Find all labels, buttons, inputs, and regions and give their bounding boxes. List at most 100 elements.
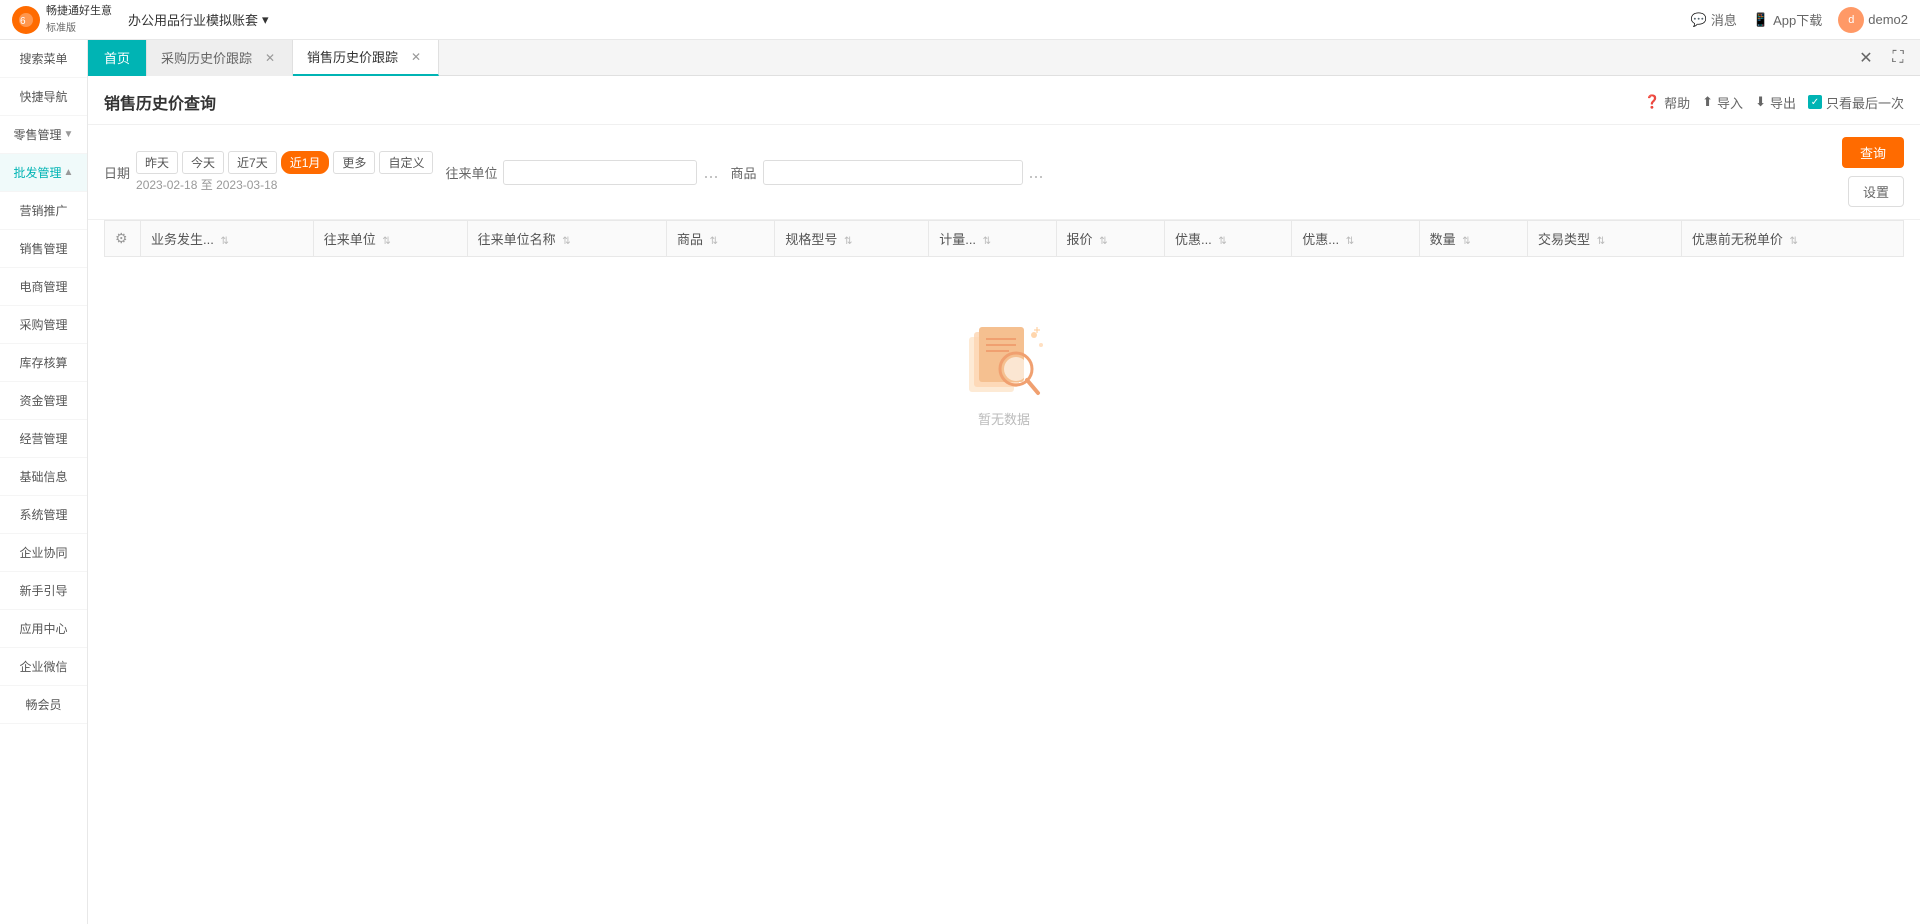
import-button[interactable]: ⬆ 导入 — [1702, 93, 1743, 112]
sidebar-item-system[interactable]: 系统管理 — [0, 496, 87, 534]
sidebar-item-apps[interactable]: 应用中心 — [0, 610, 87, 648]
col-biz-date[interactable]: 业务发生... ⇅ — [141, 221, 314, 257]
col-quote[interactable]: 报价 ⇅ — [1056, 221, 1164, 257]
logo-area: 6 畅捷通好生意 标准版 — [12, 5, 112, 33]
only-last-checkbox[interactable]: 只看最后一次 — [1808, 93, 1904, 112]
sidebar-item-retail[interactable]: 零售管理 ▼ — [0, 116, 87, 154]
message-icon: 💬 — [1691, 12, 1707, 28]
sales-history-tab-close[interactable]: ✕ — [408, 49, 424, 65]
goods-input[interactable] — [763, 160, 1023, 185]
sidebar-item-inventory[interactable]: 库存核算 — [0, 344, 87, 382]
date-btn-1month[interactable]: 近1月 — [281, 151, 330, 174]
sidebar-item-enterprise[interactable]: 企业协同 — [0, 534, 87, 572]
partner-dots[interactable]: ... — [703, 162, 718, 183]
content-area: 销售历史价查询 ❓ 帮助 ⬆ 导入 ⬇ 导出 — [88, 76, 1920, 924]
logo-icon: 6 — [12, 6, 40, 34]
tab-purchase-history[interactable]: 采购历史价跟踪 ✕ — [147, 40, 293, 76]
query-button[interactable]: 查询 — [1842, 137, 1904, 168]
col-goods[interactable]: 商品 ⇅ — [666, 221, 774, 257]
tab-bar-right: ✕ ⛶ — [1852, 44, 1920, 72]
col-partner-name[interactable]: 往来单位名称 ⇅ — [467, 221, 666, 257]
help-icon: ❓ — [1644, 94, 1660, 110]
sidebar-item-operations[interactable]: 经营管理 — [0, 420, 87, 458]
export-button[interactable]: ⬇ 导出 — [1755, 93, 1796, 112]
avatar: d — [1838, 7, 1864, 33]
app-selector[interactable]: 办公用品行业模拟账套 ▾ — [120, 6, 277, 33]
help-button[interactable]: ❓ 帮助 — [1644, 93, 1690, 112]
sidebar-item-finance[interactable]: 资金管理 — [0, 382, 87, 420]
wholesale-arrow: ▲ — [64, 167, 74, 178]
sidebar-item-ecommerce[interactable]: 电商管理 — [0, 268, 87, 306]
purchase-history-tab-label: 采购历史价跟踪 — [161, 48, 252, 67]
data-table: ⚙ 业务发生... ⇅ 往来单位 ⇅ 往来单位名称 — [104, 220, 1904, 257]
date-filter-label: 日期 — [104, 163, 130, 182]
date-btn-today[interactable]: 今天 — [182, 151, 224, 174]
date-range: 2023-02-18 至 2023-03-18 — [136, 176, 433, 193]
export-icon: ⬇ — [1755, 94, 1766, 110]
search-menu-label: 搜索菜单 — [19, 50, 67, 67]
operations-label: 经营管理 — [19, 430, 67, 447]
retail-label: 零售管理 — [14, 126, 62, 143]
sidebar-item-quick-nav[interactable]: 快捷导航 — [0, 78, 87, 116]
enterprise-label: 企业协同 — [19, 544, 67, 561]
sidebar-item-member[interactable]: 畅会员 — [0, 686, 87, 724]
col-discount2[interactable]: 优惠... ⇅ — [1292, 221, 1419, 257]
user-profile[interactable]: d demo2 — [1838, 7, 1908, 33]
retail-arrow: ▼ — [64, 129, 74, 140]
message-label: 消息 — [1711, 10, 1737, 29]
table-header: ⚙ 业务发生... ⇅ 往来单位 ⇅ 往来单位名称 — [105, 221, 1904, 257]
date-btn-7days[interactable]: 近7天 — [228, 151, 277, 174]
sidebar-item-wechat[interactable]: 企业微信 — [0, 648, 87, 686]
tab-home[interactable]: 首页 — [88, 40, 147, 76]
page-header-actions: ❓ 帮助 ⬆ 导入 ⬇ 导出 只看最后一次 — [1644, 93, 1904, 112]
date-btn-more[interactable]: 更多 — [333, 151, 375, 174]
col-spec[interactable]: 规格型号 ⇅ — [775, 221, 929, 257]
import-icon: ⬆ — [1702, 94, 1713, 110]
sidebar-item-marketing[interactable]: 营销推广 — [0, 192, 87, 230]
wechat-label: 企业微信 — [19, 658, 67, 675]
sidebar-item-search-menu[interactable]: 搜索菜单 — [0, 40, 87, 78]
tab-close-button[interactable]: ✕ — [1852, 44, 1880, 72]
purchase-history-tab-close[interactable]: ✕ — [262, 50, 278, 66]
logo-text-block: 畅捷通好生意 标准版 — [46, 5, 112, 33]
topbar-left: 6 畅捷通好生意 标准版 办公用品行业模拟账套 ▾ — [12, 5, 277, 33]
settings-button[interactable]: 设置 — [1848, 176, 1904, 207]
sidebar-item-basic-info[interactable]: 基础信息 — [0, 458, 87, 496]
partner-input[interactable] — [503, 160, 697, 185]
col-unit[interactable]: 计量... ⇅ — [929, 221, 1056, 257]
col-quantity[interactable]: 数量 ⇅ — [1419, 221, 1527, 257]
date-btn-yesterday[interactable]: 昨天 — [136, 151, 178, 174]
logo-subtitle: 标准版 — [46, 19, 112, 34]
sort-icon-partner-code: ⇅ — [382, 236, 390, 247]
date-btn-custom[interactable]: 自定义 — [379, 151, 433, 174]
help-label: 帮助 — [1664, 93, 1690, 112]
sort-icon-unit: ⇅ — [983, 236, 991, 247]
col-discount1[interactable]: 优惠... ⇅ — [1164, 221, 1291, 257]
sales-history-tab-label: 销售历史价跟踪 — [307, 47, 398, 66]
sidebar: 搜索菜单 快捷导航 零售管理 ▼ 批发管理 ▲ 营销推广 销售管理 电商管理 采… — [0, 40, 88, 924]
table-settings-icon[interactable]: ⚙ — [115, 230, 128, 246]
topbar: 6 畅捷通好生意 标准版 办公用品行业模拟账套 ▾ 💬 消息 📱 App下载 d… — [0, 0, 1920, 40]
sort-icon-quote: ⇅ — [1099, 236, 1107, 247]
export-label: 导出 — [1770, 93, 1796, 112]
sidebar-item-purchase[interactable]: 采购管理 — [0, 306, 87, 344]
col-trade-type[interactable]: 交易类型 ⇅ — [1528, 221, 1682, 257]
apps-label: 应用中心 — [19, 620, 67, 637]
sidebar-item-sales[interactable]: 销售管理 — [0, 230, 87, 268]
sort-icon-spec: ⇅ — [844, 236, 852, 247]
sidebar-item-wholesale[interactable]: 批发管理 ▲ — [0, 154, 87, 192]
empty-state: 暂无数据 — [104, 257, 1904, 508]
col-no-tax-price[interactable]: 优惠前无税单价 ⇅ — [1681, 221, 1903, 257]
dropdown-icon: ▾ — [262, 12, 269, 28]
col-partner-code[interactable]: 往来单位 ⇅ — [313, 221, 467, 257]
goods-dots[interactable]: ... — [1029, 162, 1044, 183]
tab-fullscreen-button[interactable]: ⛶ — [1884, 44, 1912, 72]
message-button[interactable]: 💬 消息 — [1691, 10, 1737, 29]
filter-action-buttons: 查询 设置 — [1842, 137, 1904, 207]
avatar-initial: d — [1848, 14, 1854, 26]
sidebar-item-guide[interactable]: 新手引导 — [0, 572, 87, 610]
app-download-button[interactable]: 📱 App下载 — [1753, 10, 1822, 29]
import-label: 导入 — [1717, 93, 1743, 112]
tab-sales-history[interactable]: 销售历史价跟踪 ✕ — [293, 40, 439, 76]
date-filter-block: 昨天 今天 近7天 近1月 更多 自定义 2023-02-18 至 2023-0… — [136, 151, 433, 193]
